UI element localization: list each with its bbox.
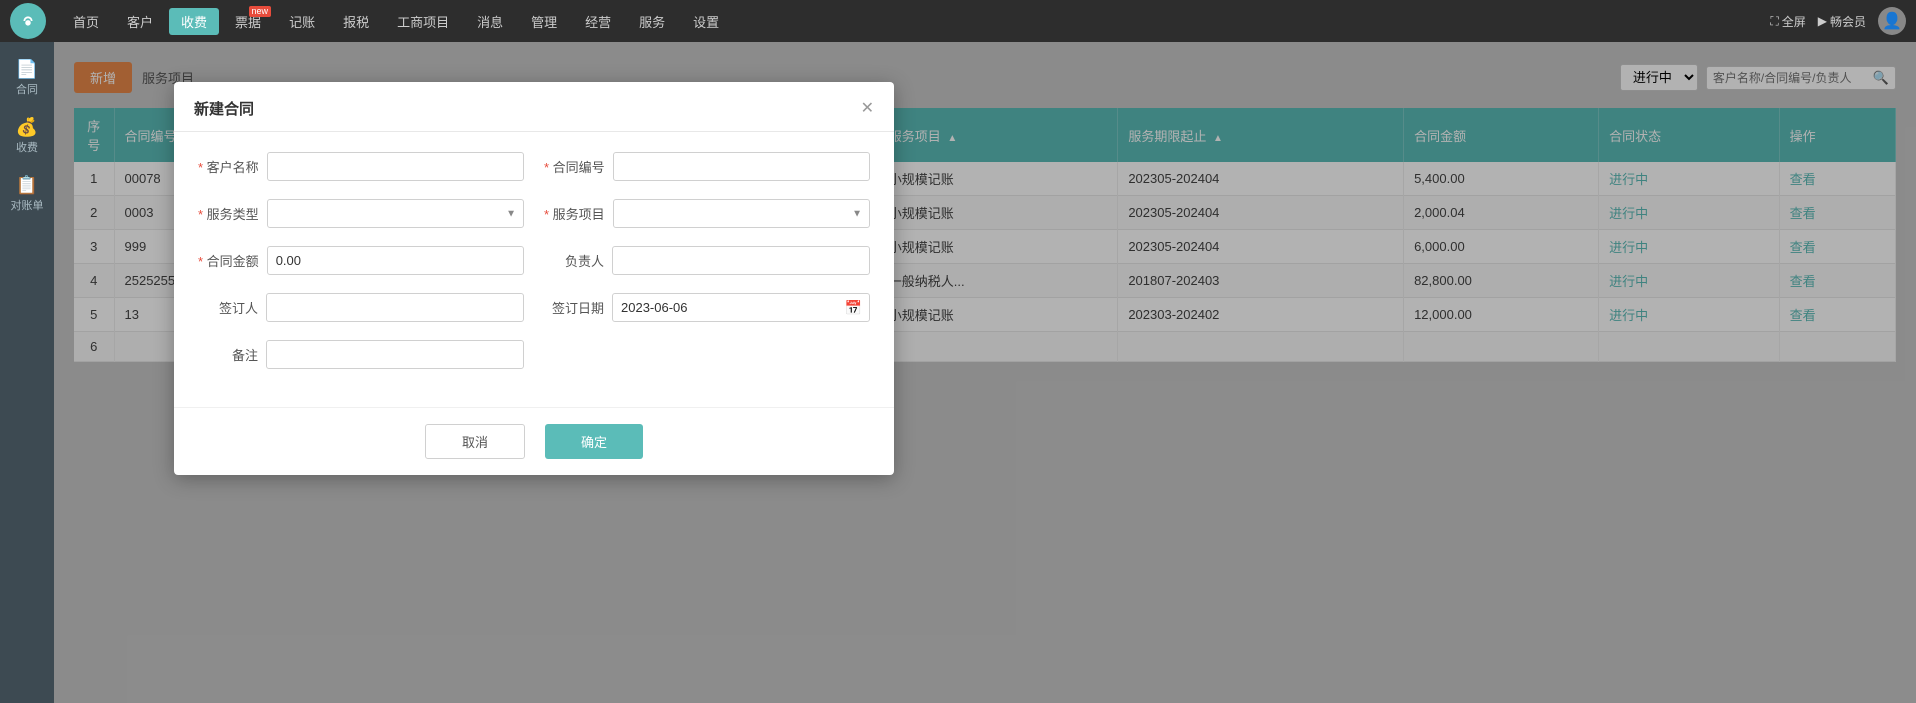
sign-date-group: 签订日期 📅 xyxy=(544,293,870,322)
nav-accounting[interactable]: 记账 xyxy=(277,8,327,35)
responsible-group: 负责人 xyxy=(544,246,870,275)
top-navigation: 首页 客户 收费 票据 new 记账 报税 工商项目 消息 管理 经营 服务 设… xyxy=(0,0,1916,42)
vip-icon: ▶ xyxy=(1818,14,1827,28)
customer-name-label: 客户名称 xyxy=(198,157,259,176)
form-row-1: 客户名称 合同编号 xyxy=(198,152,870,181)
nav-service[interactable]: 服务 xyxy=(627,8,677,35)
responsible-input[interactable] xyxy=(612,246,870,275)
content-area: 新增 服务项目 进行中 已完成 已终止 🔍 xyxy=(54,42,1916,703)
contract-no-group: 合同编号 xyxy=(544,152,870,181)
fees-icon: 💰 xyxy=(16,118,38,136)
sidebar-item-statement[interactable]: 📋 对账单 xyxy=(2,168,52,221)
nav-settings[interactable]: 设置 xyxy=(681,8,731,35)
contract-no-input[interactable] xyxy=(613,152,870,181)
customer-name-input[interactable] xyxy=(267,152,524,181)
remark-label: 备注 xyxy=(198,345,258,364)
nav-items: 首页 客户 收费 票据 new 记账 报税 工商项目 消息 管理 经营 服务 设… xyxy=(61,8,1770,35)
sign-date-label: 签订日期 xyxy=(544,298,604,317)
modal-close-button[interactable]: ✕ xyxy=(861,101,874,117)
modal-footer: 取消 确定 xyxy=(174,407,894,475)
sidebar-item-contract[interactable]: 📄 合同 xyxy=(2,52,52,105)
calendar-icon[interactable]: 📅 xyxy=(845,299,862,316)
nav-operation[interactable]: 经营 xyxy=(573,8,623,35)
avatar[interactable]: 👤 xyxy=(1878,7,1906,35)
form-row-4: 签订人 签订日期 📅 xyxy=(198,293,870,322)
service-item-select-wrapper xyxy=(613,199,870,228)
new-badge: new xyxy=(249,6,272,17)
modal-overlay: 新建合同 ✕ 客户名称 合同编号 xyxy=(54,42,1916,703)
service-item-select[interactable] xyxy=(613,199,870,228)
contract-no-label: 合同编号 xyxy=(544,157,605,176)
app-logo xyxy=(10,3,46,39)
nav-invoice[interactable]: 票据 new xyxy=(223,8,273,35)
form-row-5: 备注 xyxy=(198,340,870,369)
confirm-button[interactable]: 确定 xyxy=(545,424,643,459)
nav-home[interactable]: 首页 xyxy=(61,8,111,35)
sign-date-wrapper: 📅 xyxy=(612,293,870,322)
nav-business[interactable]: 工商项目 xyxy=(385,8,461,35)
service-item-label: 服务项目 xyxy=(544,204,605,223)
form-row-2: 服务类型 服务项目 xyxy=(198,199,870,228)
nav-right: ⛶ 全屏 ▶ 畅会员 👤 xyxy=(1770,7,1906,35)
amount-label: 合同金额 xyxy=(198,251,259,270)
responsible-label: 负责人 xyxy=(544,251,604,270)
sidebar: 📄 合同 💰 收费 📋 对账单 xyxy=(0,42,54,703)
signer-input[interactable] xyxy=(266,293,524,322)
remark-group: 备注 xyxy=(198,340,524,369)
modal-body: 客户名称 合同编号 服务类型 xyxy=(174,132,894,407)
nav-message[interactable]: 消息 xyxy=(465,8,515,35)
service-type-select-wrapper xyxy=(267,199,524,228)
nav-client[interactable]: 客户 xyxy=(115,8,165,35)
nav-management[interactable]: 管理 xyxy=(519,8,569,35)
service-type-select[interactable] xyxy=(267,199,524,228)
fullscreen-button[interactable]: ⛶ 全屏 xyxy=(1770,13,1805,30)
main-layout: 📄 合同 💰 收费 📋 对账单 新增 服务项目 进行中 已完成 已终止 xyxy=(0,42,1916,703)
contract-icon: 📄 xyxy=(16,60,38,78)
service-type-group: 服务类型 xyxy=(198,199,524,228)
fullscreen-icon: ⛶ xyxy=(1770,14,1778,29)
modal-header: 新建合同 ✕ xyxy=(174,82,894,132)
vip-button[interactable]: ▶ 畅会员 xyxy=(1818,13,1866,30)
cancel-button[interactable]: 取消 xyxy=(425,424,525,459)
sidebar-item-fees[interactable]: 💰 收费 xyxy=(2,110,52,163)
modal-title: 新建合同 xyxy=(194,98,254,119)
signer-label: 签订人 xyxy=(198,298,258,317)
nav-fees[interactable]: 收费 xyxy=(169,8,219,35)
remark-input[interactable] xyxy=(266,340,524,369)
new-contract-modal: 新建合同 ✕ 客户名称 合同编号 xyxy=(174,82,894,475)
form-row-3: 合同金额 负责人 xyxy=(198,246,870,275)
statement-icon: 📋 xyxy=(16,176,38,194)
amount-group: 合同金额 xyxy=(198,246,524,275)
customer-name-group: 客户名称 xyxy=(198,152,524,181)
nav-tax[interactable]: 报税 xyxy=(331,8,381,35)
signer-group: 签订人 xyxy=(198,293,524,322)
service-item-group: 服务项目 xyxy=(544,199,870,228)
sign-date-input[interactable] xyxy=(612,293,870,322)
service-type-label: 服务类型 xyxy=(198,204,259,223)
amount-input[interactable] xyxy=(267,246,524,275)
